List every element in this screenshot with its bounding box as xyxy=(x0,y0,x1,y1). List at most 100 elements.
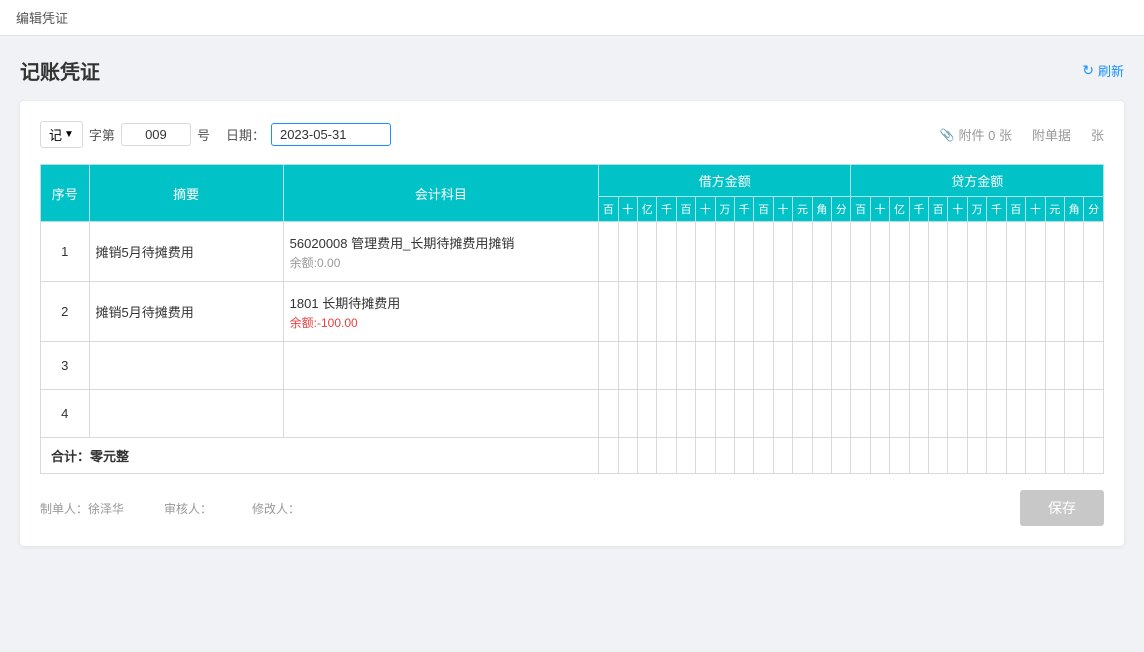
row0-debit-10[interactable] xyxy=(793,222,812,282)
row3-debit-10[interactable] xyxy=(793,390,812,438)
voucher-number-input[interactable] xyxy=(121,123,191,146)
row2-debit-4[interactable] xyxy=(676,342,695,390)
row0-credit-8[interactable] xyxy=(1006,222,1025,282)
row-summary-2[interactable] xyxy=(89,342,283,390)
row0-debit-6[interactable] xyxy=(715,222,734,282)
row0-debit-5[interactable] xyxy=(696,222,715,282)
row1-credit-9[interactable] xyxy=(1026,282,1045,342)
attachment-link[interactable]: 📎 附件 0 张 xyxy=(940,125,1012,144)
row1-credit-4[interactable] xyxy=(929,282,948,342)
row2-credit-2[interactable] xyxy=(890,342,909,390)
row1-debit-3[interactable] xyxy=(657,282,676,342)
row0-debit-1[interactable] xyxy=(618,222,637,282)
row0-debit-7[interactable] xyxy=(735,222,754,282)
row3-credit-12[interactable] xyxy=(1084,390,1104,438)
row3-credit-3[interactable] xyxy=(909,390,928,438)
row1-credit-2[interactable] xyxy=(890,282,909,342)
row2-debit-6[interactable] xyxy=(715,342,734,390)
row1-credit-5[interactable] xyxy=(948,282,967,342)
row2-credit-7[interactable] xyxy=(987,342,1006,390)
row1-credit-3[interactable] xyxy=(909,282,928,342)
row0-credit-0[interactable] xyxy=(851,222,870,282)
row3-credit-10[interactable] xyxy=(1045,390,1064,438)
row3-debit-3[interactable] xyxy=(657,390,676,438)
row3-debit-12[interactable] xyxy=(832,390,851,438)
row1-debit-5[interactable] xyxy=(696,282,715,342)
row1-credit-1[interactable] xyxy=(870,282,889,342)
row0-debit-9[interactable] xyxy=(773,222,792,282)
row3-credit-9[interactable] xyxy=(1026,390,1045,438)
row2-credit-5[interactable] xyxy=(948,342,967,390)
row3-debit-6[interactable] xyxy=(715,390,734,438)
row2-credit-12[interactable] xyxy=(1084,342,1104,390)
row0-debit-8[interactable] xyxy=(754,222,773,282)
row2-credit-6[interactable] xyxy=(967,342,986,390)
row2-debit-7[interactable] xyxy=(735,342,754,390)
row0-credit-3[interactable] xyxy=(909,222,928,282)
row1-debit-9[interactable] xyxy=(773,282,792,342)
row3-credit-11[interactable] xyxy=(1064,390,1083,438)
row3-debit-5[interactable] xyxy=(696,390,715,438)
row0-debit-2[interactable] xyxy=(637,222,656,282)
row0-debit-11[interactable] xyxy=(812,222,831,282)
row3-debit-2[interactable] xyxy=(637,390,656,438)
row2-debit-8[interactable] xyxy=(754,342,773,390)
row1-debit-8[interactable] xyxy=(754,282,773,342)
row2-debit-2[interactable] xyxy=(637,342,656,390)
table-row[interactable]: 1摊销5月待摊费用56020008 管理费用_长期待摊费用摊销余额:0.00 xyxy=(41,222,1104,282)
row1-debit-10[interactable] xyxy=(793,282,812,342)
row-summary-1[interactable]: 摊销5月待摊费用 xyxy=(89,282,283,342)
row3-debit-1[interactable] xyxy=(618,390,637,438)
row2-debit-5[interactable] xyxy=(696,342,715,390)
row2-credit-0[interactable] xyxy=(851,342,870,390)
row3-credit-7[interactable] xyxy=(987,390,1006,438)
row1-credit-7[interactable] xyxy=(987,282,1006,342)
row0-debit-12[interactable] xyxy=(832,222,851,282)
row2-debit-3[interactable] xyxy=(657,342,676,390)
row-account-3[interactable] xyxy=(283,390,599,438)
row3-credit-5[interactable] xyxy=(948,390,967,438)
row0-credit-6[interactable] xyxy=(967,222,986,282)
row1-debit-2[interactable] xyxy=(637,282,656,342)
row1-credit-10[interactable] xyxy=(1045,282,1064,342)
row0-debit-3[interactable] xyxy=(657,222,676,282)
row-account-2[interactable] xyxy=(283,342,599,390)
row0-debit-4[interactable] xyxy=(676,222,695,282)
row0-credit-5[interactable] xyxy=(948,222,967,282)
row2-debit-9[interactable] xyxy=(773,342,792,390)
row0-credit-7[interactable] xyxy=(987,222,1006,282)
row2-credit-8[interactable] xyxy=(1006,342,1025,390)
row2-debit-10[interactable] xyxy=(793,342,812,390)
row1-credit-0[interactable] xyxy=(851,282,870,342)
row3-credit-2[interactable] xyxy=(890,390,909,438)
row1-debit-11[interactable] xyxy=(812,282,831,342)
row0-credit-12[interactable] xyxy=(1084,222,1104,282)
row1-debit-1[interactable] xyxy=(618,282,637,342)
row1-credit-8[interactable] xyxy=(1006,282,1025,342)
row-summary-3[interactable] xyxy=(89,390,283,438)
row0-credit-11[interactable] xyxy=(1064,222,1083,282)
row1-credit-6[interactable] xyxy=(967,282,986,342)
row2-credit-1[interactable] xyxy=(870,342,889,390)
row3-debit-11[interactable] xyxy=(812,390,831,438)
table-row[interactable]: 2摊销5月待摊费用1801 长期待摊费用余额:-100.00 xyxy=(41,282,1104,342)
save-button[interactable]: 保存 xyxy=(1020,490,1104,526)
row3-debit-7[interactable] xyxy=(735,390,754,438)
row2-debit-12[interactable] xyxy=(832,342,851,390)
row0-credit-4[interactable] xyxy=(929,222,948,282)
row-account-1[interactable]: 1801 长期待摊费用余额:-100.00 xyxy=(283,282,599,342)
row2-debit-1[interactable] xyxy=(618,342,637,390)
table-row[interactable]: 4 xyxy=(41,390,1104,438)
row0-credit-10[interactable] xyxy=(1045,222,1064,282)
row2-credit-9[interactable] xyxy=(1026,342,1045,390)
row2-credit-11[interactable] xyxy=(1064,342,1083,390)
row1-debit-0[interactable] xyxy=(599,282,618,342)
row3-debit-9[interactable] xyxy=(773,390,792,438)
refresh-button[interactable]: ↻ 刷新 xyxy=(1082,61,1124,80)
row3-credit-4[interactable] xyxy=(929,390,948,438)
row3-credit-0[interactable] xyxy=(851,390,870,438)
row2-credit-10[interactable] xyxy=(1045,342,1064,390)
row3-debit-4[interactable] xyxy=(676,390,695,438)
date-input[interactable] xyxy=(271,123,391,146)
type-dropdown[interactable]: 记 ▼ xyxy=(40,121,83,148)
